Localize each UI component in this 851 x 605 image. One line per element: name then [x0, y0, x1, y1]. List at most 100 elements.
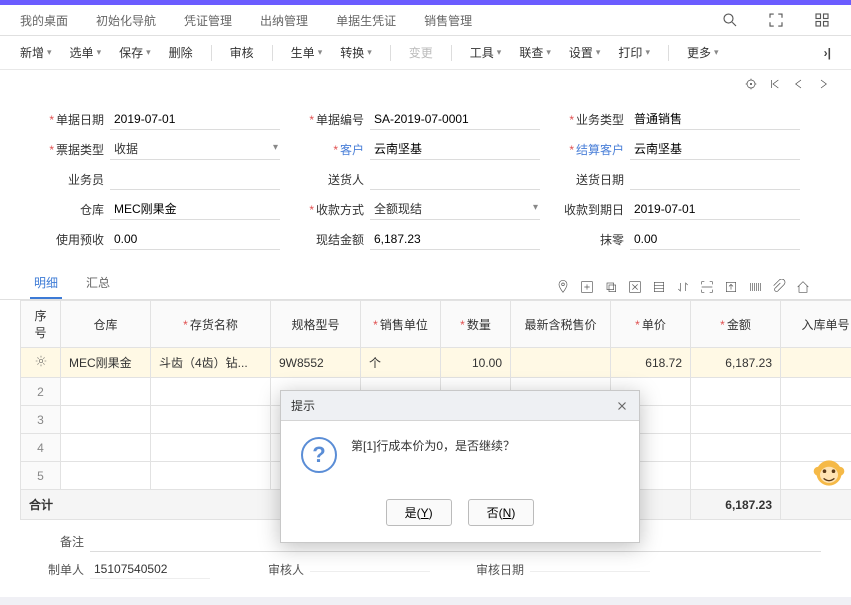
more-button[interactable]: 更多▾ — [687, 44, 719, 61]
input-duedate[interactable] — [630, 198, 800, 220]
label-biztype: 业务类型 — [550, 111, 630, 128]
select-paymethod[interactable]: 全额现结▾ — [370, 198, 540, 220]
label-customer[interactable]: 客户 — [290, 141, 370, 158]
cell-inno[interactable] — [781, 348, 851, 378]
print-button[interactable]: 打印▾ — [618, 44, 650, 61]
export-icon[interactable] — [723, 279, 739, 295]
mascot-icon[interactable] — [811, 455, 847, 491]
table-row[interactable]: MEC刚果金 斗齿（4齿）钻... 9W8552 个 10.00 618.72 … — [21, 348, 851, 378]
attach-icon[interactable] — [771, 279, 787, 295]
fullscreen-icon[interactable] — [767, 11, 785, 29]
input-settlecust[interactable] — [630, 138, 800, 160]
nav-desktop[interactable]: 我的桌面 — [20, 12, 68, 29]
tab-summary[interactable]: 汇总 — [82, 268, 114, 299]
main-toolbar: 新增▾ 选单▾ 保存▾ 删除 审核 生单▾ 转换▾ 变更 工具▾ 联查▾ 设置▾… — [0, 36, 851, 70]
val-auditor — [310, 567, 430, 572]
col-inno[interactable]: 入库单号 — [781, 301, 851, 348]
nav-billgen[interactable]: 单据生凭证 — [336, 12, 396, 29]
input-shipper[interactable] — [370, 168, 540, 190]
gen-button[interactable]: 生单▾ — [291, 44, 323, 61]
locate-icon[interactable] — [743, 76, 759, 92]
label-auditdate: 审核日期 — [470, 561, 530, 578]
delete-button[interactable]: 删除 — [169, 44, 193, 61]
input-shipdate[interactable] — [630, 168, 800, 190]
grid-icon[interactable] — [813, 11, 831, 29]
dialog-title: 提示 — [291, 397, 315, 414]
label-number: 单据编号 — [290, 111, 370, 128]
cell-warehouse[interactable]: MEC刚果金 — [61, 348, 151, 378]
settings-button[interactable]: 设置▾ — [569, 44, 601, 61]
label-shipdate: 送货日期 — [550, 171, 630, 188]
cell-qty[interactable]: 10.00 — [441, 348, 511, 378]
barcode-icon[interactable] — [747, 279, 763, 295]
col-warehouse[interactable]: 仓库 — [61, 301, 151, 348]
input-warehouse[interactable] — [110, 198, 280, 220]
batch-icon[interactable] — [651, 279, 667, 295]
col-amount[interactable]: 金额 — [691, 301, 781, 348]
first-icon[interactable] — [767, 76, 783, 92]
form-area: 单据日期 单据编号 业务类型 票据类型收据▾ 客户 结算客户 业务员 送货人 送… — [0, 98, 851, 262]
row-gear-icon[interactable] — [21, 348, 61, 378]
cell-taxprice[interactable] — [511, 348, 611, 378]
copy-row-icon[interactable] — [603, 279, 619, 295]
input-settleamt[interactable] — [370, 228, 540, 250]
save-button[interactable]: 保存▾ — [119, 44, 151, 61]
label-settlecust[interactable]: 结算客户 — [550, 141, 630, 158]
col-item[interactable]: 存货名称 — [151, 301, 271, 348]
col-qty[interactable]: 数量 — [441, 301, 511, 348]
val-auditdate — [530, 567, 650, 572]
input-number[interactable] — [370, 108, 540, 130]
label-auditor: 审核人 — [250, 561, 310, 578]
input-prepay[interactable] — [110, 228, 280, 250]
col-idx[interactable]: 序号 — [21, 301, 61, 348]
audit-button[interactable]: 审核 — [230, 44, 254, 61]
input-date[interactable] — [110, 108, 280, 130]
nav-cashier[interactable]: 出纳管理 — [260, 12, 308, 29]
cell-amount[interactable]: 6,187.23 — [691, 348, 781, 378]
select-invtype[interactable]: 收据▾ — [110, 138, 280, 160]
close-icon[interactable] — [615, 399, 629, 413]
cell-item[interactable]: 斗齿（4齿）钻... — [151, 348, 271, 378]
cell-spec[interactable]: 9W8552 — [271, 348, 361, 378]
scan-icon[interactable] — [699, 279, 715, 295]
search-icon[interactable] — [721, 11, 739, 29]
question-icon: ? — [301, 437, 337, 473]
select-button[interactable]: 选单▾ — [70, 44, 102, 61]
col-taxprice[interactable]: 最新含税售价 — [511, 301, 611, 348]
label-invtype: 票据类型 — [30, 141, 110, 158]
yes-button[interactable]: 是(Y) — [386, 499, 452, 526]
col-spec[interactable]: 规格型号 — [271, 301, 361, 348]
cell-price[interactable]: 618.72 — [611, 348, 691, 378]
location-icon[interactable] — [555, 279, 571, 295]
insert-row-icon[interactable] — [579, 279, 595, 295]
delete-row-icon[interactable] — [627, 279, 643, 295]
label-duedate: 收款到期日 — [550, 201, 630, 218]
tools-button[interactable]: 工具▾ — [470, 44, 502, 61]
col-unit[interactable]: 销售单位 — [361, 301, 441, 348]
change-button: 变更 — [409, 44, 433, 61]
home-icon[interactable] — [795, 279, 811, 295]
prev-icon[interactable] — [791, 76, 807, 92]
input-biztype[interactable] — [630, 108, 800, 130]
cell-unit[interactable]: 个 — [361, 348, 441, 378]
sort-icon[interactable] — [675, 279, 691, 295]
nav-sales[interactable]: 销售管理 — [424, 12, 472, 29]
nav-init[interactable]: 初始化导航 — [96, 12, 156, 29]
no-button[interactable]: 否(N) — [468, 499, 535, 526]
next-icon[interactable] — [815, 76, 831, 92]
convert-button[interactable]: 转换▾ — [340, 44, 372, 61]
label-maker: 制单人 — [30, 561, 90, 578]
col-price[interactable]: 单价 — [611, 301, 691, 348]
chevron-down-icon: ▾ — [533, 202, 538, 213]
label-warehouse: 仓库 — [30, 201, 110, 218]
new-button[interactable]: 新增▾ — [20, 44, 52, 61]
val-maker: 15107540502 — [90, 560, 210, 579]
record-nav — [0, 70, 851, 98]
link-button[interactable]: 联查▾ — [519, 44, 551, 61]
input-salesman[interactable] — [110, 168, 280, 190]
tab-detail[interactable]: 明细 — [30, 268, 62, 299]
input-customer[interactable] — [370, 138, 540, 160]
collapse-toolbar-icon[interactable]: ›| — [824, 46, 831, 60]
nav-voucher[interactable]: 凭证管理 — [184, 12, 232, 29]
input-discount[interactable] — [630, 228, 800, 250]
